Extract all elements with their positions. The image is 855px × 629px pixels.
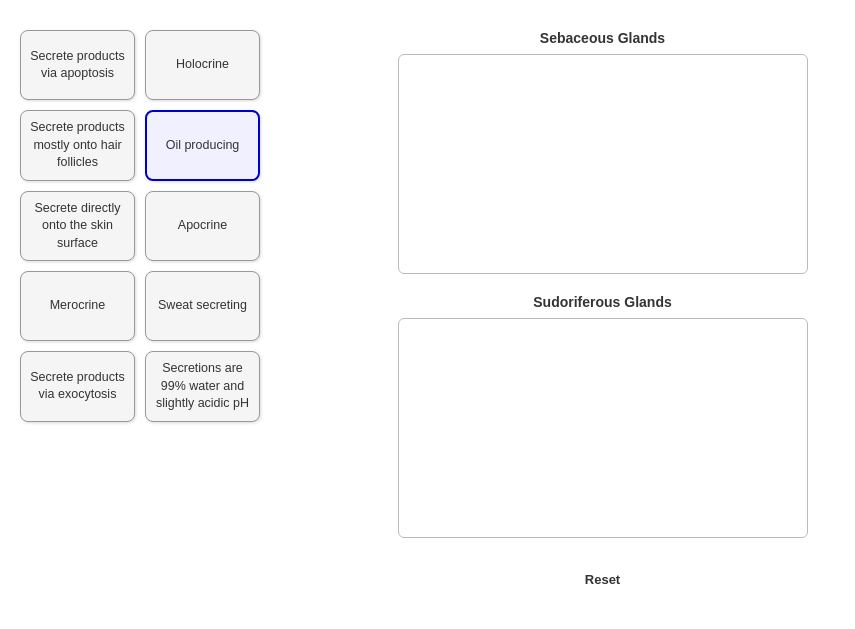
label-apocrine[interactable]: Apocrine [145, 191, 260, 262]
label-secrete-skin[interactable]: Secrete directly onto the skin surface [20, 191, 135, 262]
label-row-0: Secrete products via apoptosisHolocrine [20, 30, 330, 100]
label-row-3: MerocrineSweat secreting [20, 271, 330, 341]
drop-zones-section: Sebaceous Glands Sudoriferous Glands Reset [370, 30, 835, 591]
main-layout: Secrete products via apoptosisHolocrineS… [20, 30, 835, 591]
reset-row: Reset [370, 568, 835, 591]
labels-section: Secrete products via apoptosisHolocrineS… [20, 30, 330, 422]
label-oil-producing[interactable]: Oil producing [145, 110, 260, 181]
label-secretions-water[interactable]: Secretions are 99% water and slightly ac… [145, 351, 260, 422]
label-sweat[interactable]: Sweat secreting [145, 271, 260, 341]
label-holocrine[interactable]: Holocrine [145, 30, 260, 100]
label-row-1: Secrete products mostly onto hair follic… [20, 110, 330, 181]
label-row-4: Secrete products via exocytosisSecretion… [20, 351, 330, 422]
zone-sudoriferous-container: Sudoriferous Glands [370, 294, 835, 538]
zone-sebaceous-container: Sebaceous Glands [370, 30, 835, 274]
label-secrete-exocytosis[interactable]: Secrete products via exocytosis [20, 351, 135, 422]
zone-sudoriferous-dropzone[interactable] [398, 318, 808, 538]
zone-sebaceous-title: Sebaceous Glands [540, 30, 665, 46]
reset-button[interactable]: Reset [577, 568, 628, 591]
label-merocrine[interactable]: Merocrine [20, 271, 135, 341]
label-row-2: Secrete directly onto the skin surfaceAp… [20, 191, 330, 262]
label-secrete-hair[interactable]: Secrete products mostly onto hair follic… [20, 110, 135, 181]
zone-sudoriferous-title: Sudoriferous Glands [533, 294, 671, 310]
zone-sebaceous-dropzone[interactable] [398, 54, 808, 274]
label-secrete-apoptosis[interactable]: Secrete products via apoptosis [20, 30, 135, 100]
